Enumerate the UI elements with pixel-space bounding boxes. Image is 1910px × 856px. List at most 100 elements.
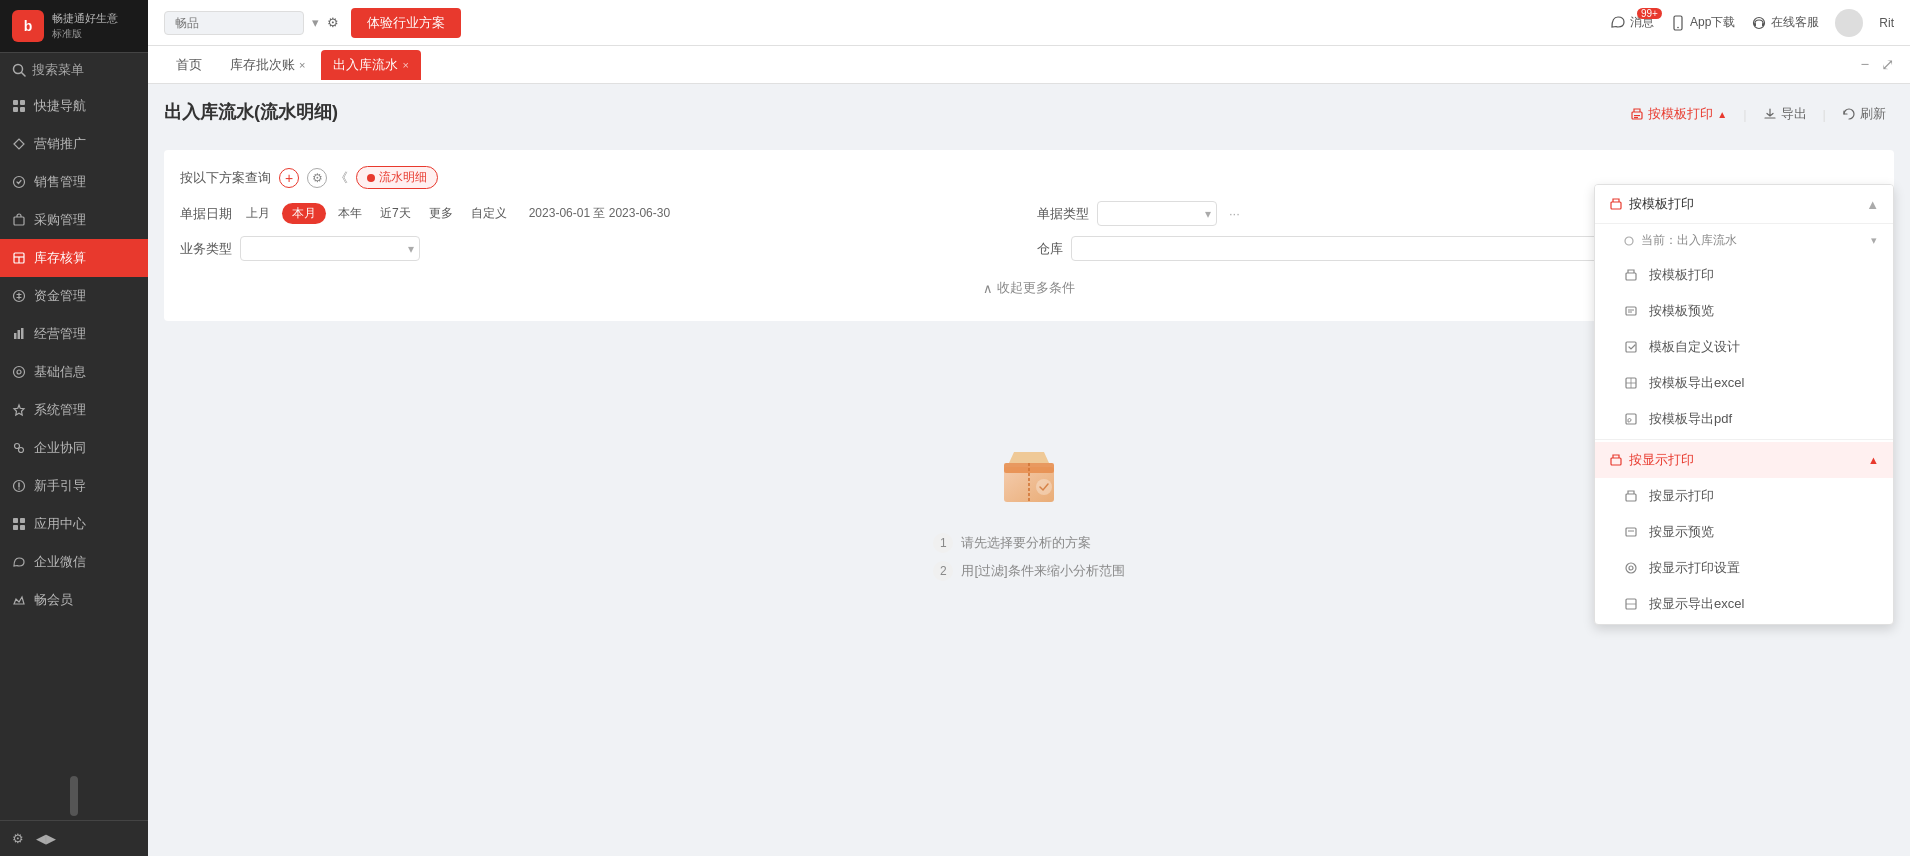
filter-type-select-wrap[interactable] <box>1097 201 1217 226</box>
date-btn-last-month[interactable]: 上月 <box>240 203 276 224</box>
topbar-msg[interactable]: 消息 99+ <box>1610 14 1654 31</box>
sidebar-item-guide[interactable]: 新手引导 <box>0 467 148 505</box>
svg-rect-14 <box>21 328 24 339</box>
sidebar-item-business[interactable]: 经营管理 <box>0 315 148 353</box>
username-label[interactable]: Rit <box>1879 16 1894 30</box>
tab-maximize-btn[interactable]: ⤢ <box>1881 55 1894 74</box>
svg-rect-4 <box>13 107 18 112</box>
date-btn-custom[interactable]: 自定义 <box>465 203 513 224</box>
dropdown-display-preview[interactable]: 按显示预览 <box>1595 514 1893 550</box>
dropdown-current-chevron: ▾ <box>1871 234 1877 247</box>
basic-icon <box>12 365 26 379</box>
sidebar-item-finance[interactable]: 资金管理 <box>0 277 148 315</box>
sidebar-item-quick-nav[interactable]: 快捷导航 <box>0 87 148 125</box>
dropdown-template-print[interactable]: 按模板打印 <box>1595 257 1893 293</box>
export-btn[interactable]: 导出 <box>1755 101 1815 127</box>
tab-batch-close[interactable]: × <box>299 59 305 71</box>
collapse-bottom-icon[interactable]: ◀▶ <box>36 831 56 846</box>
settings-bottom-icon[interactable]: ⚙ <box>12 831 24 846</box>
sidebar-item-basic[interactable]: 基础信息 <box>0 353 148 391</box>
sidebar-item-purchase[interactable]: 采购管理 <box>0 201 148 239</box>
inventory-icon <box>12 251 26 265</box>
sidebar-item-marketing[interactable]: 营销推广 <box>0 125 148 163</box>
tab-flow[interactable]: 出入库流水 × <box>321 50 420 80</box>
tabs-bar: 首页 库存批次账 × 出入库流水 × － ⤢ <box>148 46 1910 84</box>
filter-business-select-wrap[interactable] <box>240 236 420 261</box>
sidebar-item-app-center[interactable]: 应用中心 <box>0 505 148 543</box>
template-print-icon <box>1623 267 1639 283</box>
topbar-app-download[interactable]: App下载 <box>1670 14 1735 31</box>
dropdown-template-preview[interactable]: 按模板预览 <box>1595 293 1893 329</box>
date-btn-more[interactable]: 更多 <box>423 203 459 224</box>
toolbar-divider-2: | <box>1823 107 1826 122</box>
sidebar-item-sales[interactable]: 销售管理 <box>0 163 148 201</box>
svg-line-1 <box>22 73 26 77</box>
sidebar-item-member[interactable]: 畅会员 <box>0 581 148 619</box>
filter-add-btn[interactable]: + <box>279 168 299 188</box>
user-avatar[interactable] <box>1835 9 1863 37</box>
display-section-label-wrap: 按显示打印 <box>1609 451 1694 469</box>
sidebar-item-system[interactable]: 系统管理 <box>0 391 148 429</box>
svg-point-38 <box>1625 237 1633 245</box>
sidebar-item-inventory[interactable]: 库存核算 <box>0 239 148 277</box>
filter-settings-btn[interactable]: ⚙ <box>307 168 327 188</box>
tab-minimize-btn[interactable]: － <box>1857 54 1873 75</box>
tab-flow-close[interactable]: × <box>402 59 408 71</box>
dropdown-display-section-header[interactable]: 按显示打印 ▲ <box>1595 442 1893 478</box>
filter-business-select[interactable] <box>240 236 420 261</box>
sidebar-item-enterprise-wx[interactable]: 企业微信 <box>0 543 148 581</box>
svg-rect-23 <box>13 525 18 530</box>
industry-btn[interactable]: 体验行业方案 <box>351 8 461 38</box>
dropdown-template-custom[interactable]: 模板自定义设计 <box>1595 329 1893 365</box>
sidebar-scroll-down[interactable] <box>0 772 148 820</box>
dropdown-chevron-up[interactable]: ▲ <box>1866 197 1879 212</box>
svg-point-26 <box>1677 26 1679 28</box>
tab-home[interactable]: 首页 <box>164 50 214 80</box>
dropdown-header-label: 按模板打印 <box>1609 195 1694 213</box>
quick-nav-icon <box>12 99 26 113</box>
app-logo-text: 畅捷通好生意 标准版 <box>52 11 118 40</box>
export-icon <box>1763 107 1777 121</box>
tab-batch[interactable]: 库存批次账 × <box>218 50 317 80</box>
display-section-icon <box>1609 453 1623 467</box>
dropdown-display-settings[interactable]: 按显示打印设置 <box>1595 550 1893 586</box>
filter-business-field: 业务类型 <box>180 236 1021 261</box>
toolbar-divider-1: | <box>1743 107 1746 122</box>
step-1-num: 1 <box>933 533 953 553</box>
filter-collapse-btn[interactable]: 《 <box>335 169 348 187</box>
filter-date-buttons: 上月 本月 本年 近7天 更多 自定义 <box>240 203 513 224</box>
topbar-right: 消息 99+ App下载 在线客服 Rit <box>1610 9 1894 37</box>
template-preview-icon <box>1623 303 1639 319</box>
dropdown-template-pdf[interactable]: 按模板导出pdf <box>1595 401 1893 437</box>
search-menu[interactable]: 搜索菜单 <box>0 53 148 87</box>
topbar-gear-icon[interactable]: ⚙ <box>327 15 339 30</box>
dropdown-display-print[interactable]: 按显示打印 <box>1595 478 1893 514</box>
refresh-btn[interactable]: 刷新 <box>1834 101 1894 127</box>
display-excel-icon <box>1623 596 1639 612</box>
dropdown-header: 按模板打印 ▲ <box>1595 185 1893 224</box>
svg-rect-43 <box>1626 342 1636 352</box>
sales-icon <box>12 175 26 189</box>
dropdown-display-excel[interactable]: 按显示导出excel <box>1595 586 1893 622</box>
svg-rect-3 <box>20 100 25 105</box>
filter-type-select[interactable] <box>1097 201 1217 226</box>
date-btn-this-year[interactable]: 本年 <box>332 203 368 224</box>
template-excel-icon <box>1623 375 1639 391</box>
svg-rect-39 <box>1626 273 1636 280</box>
display-section-chevron: ▲ <box>1868 454 1879 466</box>
filter-type-more[interactable]: ··· <box>1229 206 1240 221</box>
template-custom-icon <box>1623 339 1639 355</box>
topbar-search-input[interactable] <box>164 11 304 35</box>
dropdown-display-pdf[interactable]: 按显示导出pdf <box>1595 622 1893 624</box>
print-btn[interactable]: 按模板打印 ▲ <box>1622 101 1735 127</box>
guide-icon <box>12 479 26 493</box>
topbar-service[interactable]: 在线客服 <box>1751 14 1819 31</box>
dropdown-template-excel[interactable]: 按模板导出excel <box>1595 365 1893 401</box>
topbar-chevron-icon[interactable]: ▾ <box>312 15 319 30</box>
date-btn-this-month[interactable]: 本月 <box>282 203 326 224</box>
sidebar-item-cooperation[interactable]: 企业协同 <box>0 429 148 467</box>
svg-rect-29 <box>1762 23 1764 26</box>
date-btn-7days[interactable]: 近7天 <box>374 203 417 224</box>
svg-rect-7 <box>14 217 24 225</box>
svg-rect-12 <box>14 333 17 339</box>
